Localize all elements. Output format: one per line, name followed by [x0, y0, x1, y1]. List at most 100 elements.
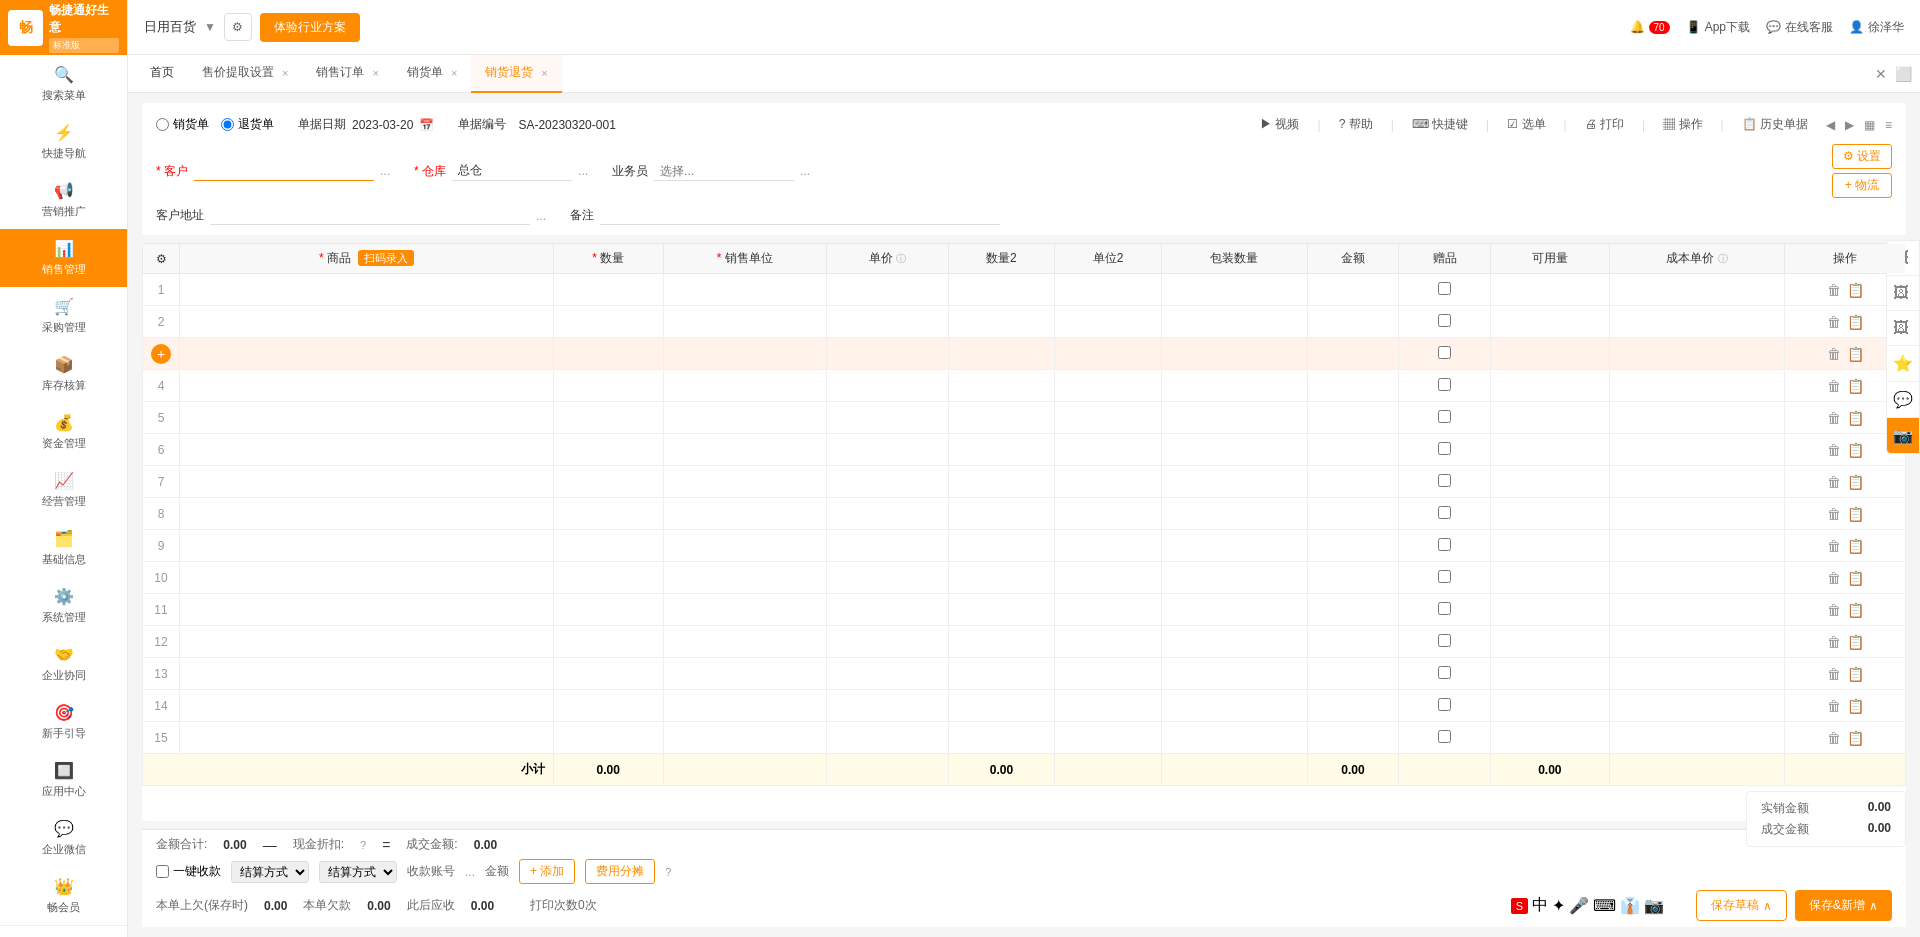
card-view-icon[interactable]: ▦	[1864, 118, 1875, 132]
trial-button[interactable]: 体验行业方案	[260, 13, 360, 42]
amount-cell[interactable]	[1307, 338, 1399, 370]
delete-icon[interactable]: 🗑	[1827, 570, 1841, 586]
sidebar-item-enterprise[interactable]: 🤝 企业协同	[0, 635, 127, 693]
settings-button[interactable]: ⚙ 设置	[1832, 144, 1892, 169]
right-float-item-5[interactable]: 💬	[1887, 382, 1919, 418]
logistics-button[interactable]: + 物流	[1832, 173, 1892, 198]
close-icon[interactable]: ×	[541, 67, 547, 79]
salesperson-lookup-btn[interactable]: ...	[800, 164, 810, 178]
gift-checkbox[interactable]	[1438, 378, 1451, 391]
delete-icon[interactable]: 🗑	[1827, 698, 1841, 714]
gear-button[interactable]: ⚙	[224, 13, 252, 41]
delete-icon[interactable]: 🗑	[1827, 602, 1841, 618]
one-click-checkbox[interactable]	[156, 865, 169, 878]
copy-icon[interactable]: 📋	[1847, 634, 1864, 650]
gift-checkbox[interactable]	[1438, 442, 1451, 455]
copy-icon[interactable]: 📋	[1847, 442, 1864, 458]
gift-checkbox[interactable]	[1438, 474, 1451, 487]
select-btn[interactable]: ☑ 选单	[1499, 113, 1553, 136]
unit2-cell[interactable]	[1055, 338, 1162, 370]
calc-method-select[interactable]: 结算方式	[231, 861, 309, 883]
delete-icon[interactable]: 🗑	[1827, 538, 1841, 554]
sales-unit-cell[interactable]	[663, 274, 826, 306]
address-lookup-btn[interactable]: ...	[536, 209, 546, 223]
delete-icon[interactable]: 🗑	[1827, 634, 1841, 650]
available-cell[interactable]	[1491, 274, 1610, 306]
copy-icon[interactable]: 📋	[1847, 666, 1864, 682]
warehouse-lookup-btn[interactable]: ...	[578, 164, 588, 178]
gift-checkbox[interactable]	[1438, 314, 1451, 327]
notification-area[interactable]: 🔔 70	[1630, 20, 1670, 34]
qty2-cell[interactable]	[948, 338, 1055, 370]
fee-help-icon[interactable]: ?	[665, 866, 671, 878]
delete-icon[interactable]: 🗑	[1827, 506, 1841, 522]
delete-icon[interactable]: 🗑	[1827, 282, 1841, 298]
list-view-icon[interactable]: ≡	[1885, 118, 1892, 132]
customer-lookup-btn[interactable]: ...	[380, 164, 390, 178]
sub-method-select[interactable]: 结算方式	[319, 861, 397, 883]
unit-price-cell[interactable]	[826, 338, 948, 370]
delete-icon[interactable]: 🗑	[1827, 378, 1841, 394]
qty-cell[interactable]	[553, 306, 663, 338]
sidebar-item-marketing[interactable]: 📢 营销推广	[0, 171, 127, 229]
account-lookup-btn[interactable]: ...	[465, 865, 475, 879]
pkg-qty-cell[interactable]	[1162, 306, 1307, 338]
delete-icon[interactable]: 🗑	[1827, 314, 1841, 330]
tab-sales-return[interactable]: 销货退货 ×	[471, 55, 561, 93]
customer-input[interactable]	[194, 162, 374, 181]
sales-unit-cell[interactable]	[663, 338, 826, 370]
chevron-down-icon[interactable]: ∧	[1763, 899, 1772, 913]
tab-sales-order[interactable]: 销售订单 ×	[302, 55, 392, 93]
qty2-cell[interactable]	[948, 274, 1055, 306]
gift-checkbox[interactable]	[1438, 410, 1451, 423]
tab-sales-delivery[interactable]: 销货单 ×	[393, 55, 471, 93]
right-float-item-3[interactable]: 🖼	[1887, 311, 1919, 346]
copy-icon[interactable]: 📋	[1847, 346, 1864, 362]
radio-delivery[interactable]: 销货单	[156, 116, 209, 133]
sidebar-item-newbie[interactable]: 🎯 新手引导	[0, 693, 127, 751]
shortcut-key-btn[interactable]: ⌨ 快捷键	[1404, 113, 1476, 136]
history-btn[interactable]: 📋 历史单据	[1734, 113, 1816, 136]
right-float-item-6[interactable]: 📷	[1887, 418, 1919, 453]
tab-price-settings[interactable]: 售价提取设置 ×	[188, 55, 302, 93]
add-payment-btn[interactable]: + 添加	[519, 859, 575, 884]
copy-icon[interactable]: 📋	[1847, 602, 1864, 618]
discount-help-icon[interactable]: ?	[360, 839, 366, 851]
close-icon[interactable]: ×	[451, 67, 457, 79]
close-icon[interactable]: ×	[372, 67, 378, 79]
unit-price-cell[interactable]	[826, 274, 948, 306]
date-value[interactable]: 2023-03-20	[352, 118, 413, 132]
unit2-cell[interactable]	[1055, 306, 1162, 338]
amount-cell[interactable]	[1307, 306, 1399, 338]
copy-icon[interactable]: 📋	[1847, 570, 1864, 586]
right-float-item-2[interactable]: 🖼	[1887, 276, 1919, 311]
product-cell[interactable]	[180, 306, 554, 338]
fee-split-btn[interactable]: 费用分摊	[585, 859, 655, 884]
gift-cell[interactable]	[1399, 338, 1491, 370]
gift-checkbox[interactable]	[1438, 282, 1451, 295]
copy-icon[interactable]: 📋	[1847, 538, 1864, 554]
online-service-link[interactable]: 💬 在线客服	[1766, 19, 1833, 36]
gift-checkbox[interactable]	[1438, 346, 1451, 359]
sidebar-item-wechat[interactable]: 💬 企业微信	[0, 809, 127, 867]
sidebar-item-member[interactable]: 👑 畅会员	[0, 867, 127, 925]
copy-icon[interactable]: 📋	[1847, 282, 1864, 298]
pkg-qty-cell[interactable]	[1162, 274, 1307, 306]
chevron-down-icon[interactable]: ∧	[1869, 899, 1878, 913]
salesperson-input[interactable]	[654, 162, 794, 181]
operation-btn[interactable]: ▦ 操作	[1655, 113, 1710, 136]
qty2-cell[interactable]	[948, 306, 1055, 338]
next-record-icon[interactable]: ▶	[1845, 118, 1854, 132]
gift-checkbox[interactable]	[1438, 506, 1451, 519]
one-click-payment[interactable]: 一键收款	[156, 863, 221, 880]
cost-price-cell[interactable]	[1609, 306, 1784, 338]
sidebar-item-purchase[interactable]: 🛒 采购管理	[0, 287, 127, 345]
gift-checkbox[interactable]	[1438, 538, 1451, 551]
delete-icon[interactable]: 🗑	[1827, 410, 1841, 426]
copy-icon[interactable]: 📋	[1847, 730, 1864, 746]
scan-barcode-btn[interactable]: 扫码录入	[358, 250, 414, 266]
sidebar-item-apps[interactable]: 🔲 应用中心	[0, 751, 127, 809]
copy-icon[interactable]: 📋	[1847, 410, 1864, 426]
gift-checkbox[interactable]	[1438, 730, 1451, 743]
available-cell[interactable]	[1491, 338, 1610, 370]
